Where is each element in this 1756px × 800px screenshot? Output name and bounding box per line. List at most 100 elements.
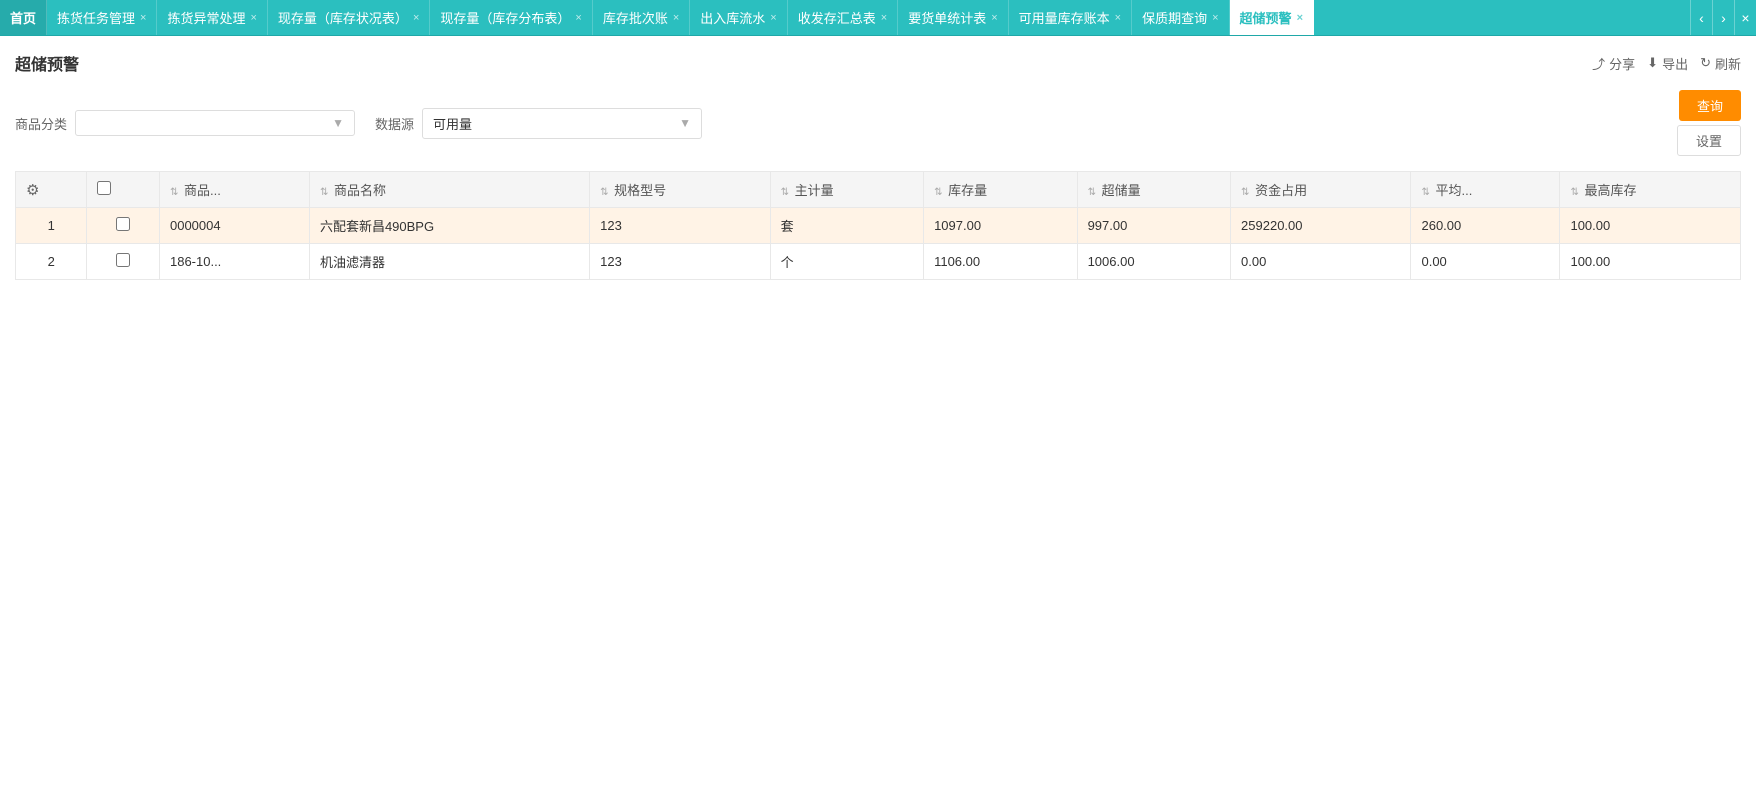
product-category-arrow-icon: ▼	[332, 116, 344, 130]
query-button[interactable]: 查询	[1679, 90, 1741, 121]
col-max-stock[interactable]: ⇅ 最高库存	[1560, 172, 1741, 208]
page-title: 超储预警	[15, 51, 79, 75]
row-max-stock: 100.00	[1560, 208, 1741, 244]
product-category-label: 商品分类	[15, 114, 67, 133]
sort-icon-avg: ⇅	[1421, 187, 1429, 198]
col-gear[interactable]: ⚙	[16, 172, 87, 208]
close-tab-2[interactable]: ×	[250, 12, 256, 24]
table-row: 2 186-10... 机油滤清器 123 个 1106.00 1006.00 …	[16, 244, 1741, 280]
datasource-group: 数据源 可用量 ▼	[375, 108, 702, 139]
row-checkbox-cell[interactable]	[87, 208, 160, 244]
nav-tab-7[interactable]: 收发存汇总表 ×	[788, 0, 898, 36]
col-product-code[interactable]: ⇅ 商品...	[159, 172, 309, 208]
product-category-select[interactable]: ▼	[75, 110, 355, 136]
row-num: 2	[16, 244, 87, 280]
nav-home[interactable]: 首页	[0, 0, 47, 36]
datasource-arrow-icon: ▼	[679, 116, 691, 130]
row-checkbox[interactable]	[116, 253, 130, 267]
row-stock: 1106.00	[924, 244, 1077, 280]
row-product-code: 186-10...	[159, 244, 309, 280]
col-capital[interactable]: ⇅ 资金占用	[1231, 172, 1411, 208]
row-product-code: 0000004	[159, 208, 309, 244]
filter-area: 商品分类 ▼ 数据源 可用量 ▼ 查询 设置	[15, 90, 1741, 156]
table-header: ⚙ ⇅ 商品... ⇅ 商品名称 ⇅ 规格型号 ⇅	[16, 172, 1741, 208]
datasource-value: 可用量	[433, 114, 472, 133]
table-row: 1 0000004 六配套新昌490BPG 123 套 1097.00 997.…	[16, 208, 1741, 244]
close-tab-4[interactable]: ×	[575, 12, 581, 24]
filter-buttons: 查询 设置	[1677, 90, 1741, 156]
datasource-label: 数据源	[375, 114, 414, 133]
row-capital: 259220.00	[1231, 208, 1411, 244]
col-spec[interactable]: ⇅ 规格型号	[590, 172, 770, 208]
product-category-group: 商品分类 ▼	[15, 110, 355, 136]
nav-tab-5[interactable]: 库存批次账 ×	[593, 0, 690, 36]
col-unit[interactable]: ⇅ 主计量	[770, 172, 923, 208]
page-actions: ⤴ 分享 ⬇ 导出 ↻ 刷新	[1592, 54, 1741, 73]
row-spec: 123	[590, 208, 770, 244]
nav-next-btn[interactable]: ›	[1712, 0, 1734, 36]
col-overstock[interactable]: ⇅ 超储量	[1077, 172, 1230, 208]
select-all-checkbox[interactable]	[97, 181, 111, 195]
row-num: 1	[16, 208, 87, 244]
refresh-icon: ↻	[1700, 55, 1711, 71]
row-checkbox-cell[interactable]	[87, 244, 160, 280]
nav-tab-10[interactable]: 保质期查询 ×	[1132, 0, 1229, 36]
nav-tab-8[interactable]: 要货单统计表 ×	[898, 0, 1008, 36]
close-tab-10[interactable]: ×	[1212, 12, 1218, 24]
row-avg: 0.00	[1411, 244, 1560, 280]
sort-icon-unit: ⇅	[781, 187, 789, 198]
row-spec: 123	[590, 244, 770, 280]
row-avg: 260.00	[1411, 208, 1560, 244]
row-stock: 1097.00	[924, 208, 1077, 244]
page-container: 超储预警 ⤴ 分享 ⬇ 导出 ↻ 刷新 商品分类 ▼ 数据源	[0, 36, 1756, 800]
col-checkbox[interactable]	[87, 172, 160, 208]
row-product-name: 六配套新昌490BPG	[309, 208, 589, 244]
nav-close-all-btn[interactable]: ×	[1734, 0, 1756, 36]
col-stock[interactable]: ⇅ 库存量	[924, 172, 1077, 208]
col-product-name[interactable]: ⇅ 商品名称	[309, 172, 589, 208]
close-tab-8[interactable]: ×	[991, 12, 997, 24]
datasource-select[interactable]: 可用量 ▼	[422, 108, 702, 139]
nav-tab-9[interactable]: 可用量库存账本 ×	[1009, 0, 1132, 36]
sort-icon-capital: ⇅	[1241, 187, 1249, 198]
nav-tab-3[interactable]: 现存量（库存状况表） ×	[268, 0, 430, 36]
nav-tab-6[interactable]: 出入库流水 ×	[690, 0, 787, 36]
close-tab-11[interactable]: ×	[1297, 12, 1303, 24]
settings-button[interactable]: 设置	[1677, 125, 1741, 156]
nav-tab-4[interactable]: 现存量（库存分布表） ×	[430, 0, 592, 36]
col-avg[interactable]: ⇅ 平均...	[1411, 172, 1560, 208]
page-header: 超储预警 ⤴ 分享 ⬇ 导出 ↻ 刷新	[15, 51, 1741, 75]
nav-arrows: ‹ › ×	[1690, 0, 1756, 36]
export-button[interactable]: ⬇ 导出	[1647, 54, 1688, 73]
export-icon: ⬇	[1647, 55, 1658, 71]
row-unit: 个	[770, 244, 923, 280]
sort-icon-spec: ⇅	[600, 187, 608, 198]
sort-icon-stock: ⇅	[934, 187, 942, 198]
sort-icon-overstock: ⇅	[1088, 187, 1096, 198]
close-tab-1[interactable]: ×	[140, 12, 146, 24]
row-overstock: 997.00	[1077, 208, 1230, 244]
sort-icon-max: ⇅	[1570, 187, 1578, 198]
data-table: ⚙ ⇅ 商品... ⇅ 商品名称 ⇅ 规格型号 ⇅	[15, 171, 1741, 280]
row-overstock: 1006.00	[1077, 244, 1230, 280]
nav-prev-btn[interactable]: ‹	[1690, 0, 1712, 36]
close-tab-3[interactable]: ×	[413, 12, 419, 24]
sort-icon-name: ⇅	[320, 187, 328, 198]
gear-icon[interactable]: ⚙	[26, 182, 39, 199]
row-max-stock: 100.00	[1560, 244, 1741, 280]
close-tab-5[interactable]: ×	[673, 12, 679, 24]
close-tab-9[interactable]: ×	[1115, 12, 1121, 24]
nav-tab-11[interactable]: 超储预警 ×	[1230, 0, 1314, 36]
close-tab-7[interactable]: ×	[881, 12, 887, 24]
nav-tab-2[interactable]: 拣货异常处理 ×	[157, 0, 267, 36]
row-product-name: 机油滤清器	[309, 244, 589, 280]
top-nav: 首页 拣货任务管理 × 拣货异常处理 × 现存量（库存状况表） × 现存量（库存…	[0, 0, 1756, 36]
row-unit: 套	[770, 208, 923, 244]
nav-tab-1[interactable]: 拣货任务管理 ×	[47, 0, 157, 36]
share-button[interactable]: ⤴ 分享	[1592, 54, 1635, 73]
sort-icon-code: ⇅	[170, 187, 178, 198]
row-checkbox[interactable]	[116, 217, 130, 231]
close-tab-6[interactable]: ×	[770, 12, 776, 24]
refresh-button[interactable]: ↻ 刷新	[1700, 54, 1741, 73]
share-icon: ⤴	[1592, 54, 1605, 73]
